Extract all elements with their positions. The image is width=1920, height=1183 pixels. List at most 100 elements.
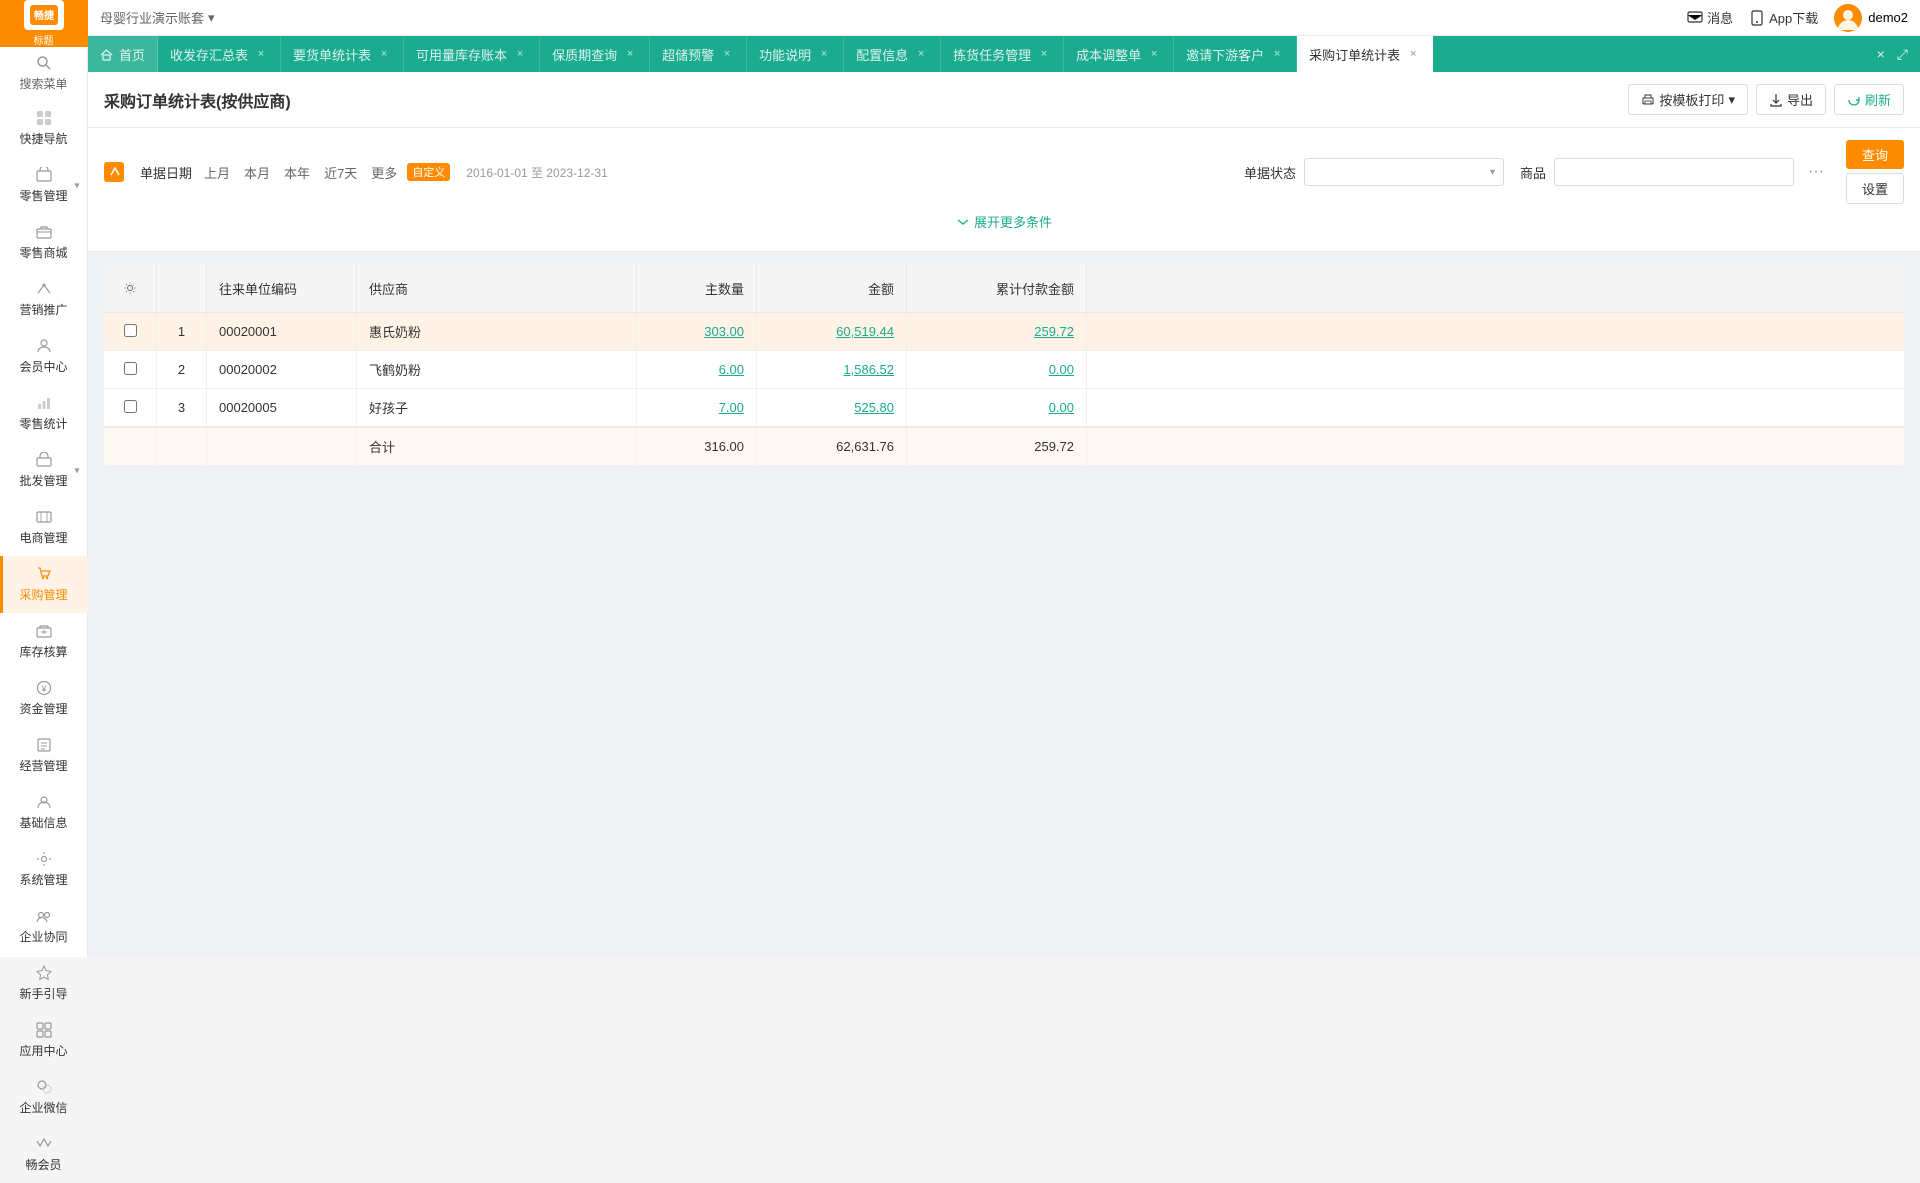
tab-cost-adjust[interactable]: 成本调整单 × <box>1064 36 1174 72</box>
sidebar-search[interactable]: 搜索菜单 <box>0 47 88 100</box>
row-checkbox-2[interactable] <box>124 400 137 413</box>
date-this-year[interactable]: 本年 <box>280 161 314 184</box>
page-header: 采购订单统计表(按供应商) 按模板打印 ▾ 导出 刷新 <box>88 72 1920 128</box>
row-amount-1[interactable]: 1,586.52 <box>757 351 907 389</box>
query-button[interactable]: 查询 <box>1846 140 1904 169</box>
sidebar-item-basic-info[interactable]: 基础信息 <box>0 784 88 841</box>
tab-receive-summary[interactable]: 收发存汇总表 × <box>158 36 281 72</box>
sidebar-item-marketing[interactable]: 营销推广 <box>0 271 88 328</box>
row-qty-1[interactable]: 6.00 <box>637 351 757 389</box>
row-paid-2[interactable]: 0.00 <box>907 389 1087 428</box>
row-check-2[interactable] <box>104 389 157 428</box>
row-paid-0[interactable]: 259.72 <box>907 313 1087 351</box>
refresh-button[interactable]: 刷新 <box>1834 84 1904 115</box>
search-label: 搜索菜单 <box>19 75 67 92</box>
footer-num <box>157 427 207 466</box>
goods-input[interactable] <box>1554 158 1794 186</box>
message-btn[interactable]: 消息 <box>1687 8 1733 27</box>
sidebar-item-retail-store[interactable]: 零售商城 <box>0 214 88 271</box>
tab-home[interactable]: 首页 <box>88 36 158 72</box>
member-label: 会员中心 <box>19 358 67 375</box>
col-qty-header[interactable]: 主数量 <box>637 264 757 313</box>
tab-maximize-btn[interactable]: ⤢ <box>1893 42 1912 67</box>
date-filter: 单据日期 上月 本月 本年 近7天 更多 自定义 <box>140 161 450 184</box>
tab-receive-summary-close[interactable]: × <box>254 47 268 61</box>
tab-available-stock[interactable]: 可用量库存账本 × <box>404 36 540 72</box>
sidebar-item-finance[interactable]: ¥ 资金管理 <box>0 670 88 727</box>
sidebar-item-ops[interactable]: 经营管理 <box>0 727 88 784</box>
sidebar-item-app-center[interactable]: 应用中心 <box>0 1012 88 1069</box>
filter-row-1: 单据日期 上月 本月 本年 近7天 更多 自定义 2016-01-01 至 20… <box>104 140 1904 204</box>
sidebar-item-retail-stats[interactable]: 零售统计 <box>0 385 88 442</box>
sidebar-item-system[interactable]: 系统管理 <box>0 841 88 898</box>
row-check-1[interactable] <box>104 351 157 389</box>
sidebar-item-wholesale[interactable]: 批发管理 ▾ <box>0 442 88 499</box>
status-select[interactable]: ▾ <box>1304 158 1504 186</box>
date-this-month[interactable]: 本月 <box>240 161 274 184</box>
date-more[interactable]: 更多 <box>367 161 401 184</box>
sidebar-item-ecommerce[interactable]: 电商管理 <box>0 499 88 556</box>
row-qty-2[interactable]: 7.00 <box>637 389 757 428</box>
sidebar-item-enterprise-collab[interactable]: 企业协同 <box>0 898 88 955</box>
app-download-btn[interactable]: App下载 <box>1749 8 1818 27</box>
tab-invite-downstream[interactable]: 邀请下游客户 × <box>1174 36 1297 72</box>
tab-config-info[interactable]: 配置信息 × <box>844 36 941 72</box>
sidebar-item-member-center[interactable]: 会员中心 <box>0 328 88 385</box>
row-checkbox-1[interactable] <box>124 362 137 375</box>
tab-order-stats[interactable]: 要货单统计表 × <box>281 36 404 72</box>
date-last-month[interactable]: 上月 <box>200 161 234 184</box>
tabs-bar: 首页 收发存汇总表 × 要货单统计表 × 可用量库存账本 × 保质期查询 × 超… <box>88 36 1920 72</box>
tab-close-btn[interactable]: × <box>1873 42 1889 66</box>
tab-func-desc-close[interactable]: × <box>817 47 831 61</box>
date-last-7-days[interactable]: 近7天 <box>320 161 361 184</box>
row-qty-0[interactable]: 303.00 <box>637 313 757 351</box>
col-code-header[interactable]: 往来单位编码 <box>207 264 357 313</box>
tab-config-info-close[interactable]: × <box>914 47 928 61</box>
filter-toggle-btn[interactable] <box>104 162 124 182</box>
tab-available-stock-close[interactable]: × <box>513 47 527 61</box>
tab-pickup-task-close[interactable]: × <box>1037 47 1051 61</box>
goods-more-btn[interactable]: ··· <box>1802 161 1830 183</box>
tab-overstock-close[interactable]: × <box>720 47 734 61</box>
sidebar-item-purchase[interactable]: 采购管理 <box>0 556 88 613</box>
expand-more-btn[interactable]: 展开更多条件 <box>956 212 1052 231</box>
sidebar-item-quick-nav[interactable]: 快捷导航 <box>0 100 88 157</box>
row-amount-2[interactable]: 525.80 <box>757 389 907 428</box>
tab-warranty-query-close[interactable]: × <box>623 47 637 61</box>
tab-warranty-query[interactable]: 保质期查询 × <box>540 36 650 72</box>
tab-order-stats-close[interactable]: × <box>377 47 391 61</box>
row-checkbox-0[interactable] <box>124 324 137 337</box>
user-menu-btn[interactable]: demo2 <box>1834 4 1908 32</box>
tab-purchase-stats[interactable]: 采购订单统计表 × <box>1297 36 1433 72</box>
row-amount-0[interactable]: 60,519.44 <box>757 313 907 351</box>
col-supplier-header[interactable]: 供应商 <box>357 264 637 313</box>
table-row[interactable]: 2 00020002 飞鹤奶粉 6.00 1,586.52 0.00 <box>104 351 1904 389</box>
print-button[interactable]: 按模板打印 ▾ <box>1628 84 1748 115</box>
tab-pickup-task[interactable]: 拣货任务管理 × <box>941 36 1064 72</box>
app-download-icon <box>1749 10 1765 26</box>
export-button[interactable]: 导出 <box>1756 84 1826 115</box>
tab-invite-downstream-close[interactable]: × <box>1270 47 1284 61</box>
tab-func-desc[interactable]: 功能说明 × <box>747 36 844 72</box>
table-row[interactable]: 3 00020005 好孩子 7.00 525.80 0.00 <box>104 389 1904 428</box>
workspace-selector[interactable]: 母婴行业演示账套 ▾ <box>100 8 1687 27</box>
row-paid-1[interactable]: 0.00 <box>907 351 1087 389</box>
sidebar-item-vip[interactable]: 畅会员 <box>0 1126 88 1183</box>
table-row[interactable]: 1 00020001 惠氏奶粉 303.00 60,519.44 259.72 <box>104 313 1904 351</box>
tab-overstock[interactable]: 超储预警 × <box>650 36 747 72</box>
workspace-arrow: ▾ <box>208 10 215 26</box>
col-gear[interactable] <box>104 264 157 313</box>
sidebar-item-enterprise-wechat[interactable]: 企业微信 <box>0 1069 88 1126</box>
col-paid-header[interactable]: 累计付款金额 <box>907 264 1087 313</box>
sidebar-item-new-guide[interactable]: 新手引导 <box>0 955 88 1012</box>
gear-btn[interactable] <box>116 274 144 302</box>
tab-purchase-stats-close[interactable]: × <box>1406 47 1420 61</box>
sidebar-item-retail-mgmt[interactable]: 零售管理 ▾ <box>0 157 88 214</box>
col-amount-header[interactable]: 金额 <box>757 264 907 313</box>
settings-button[interactable]: 设置 <box>1846 173 1904 204</box>
date-custom-badge[interactable]: 自定义 <box>407 163 450 181</box>
tab-cost-adjust-close[interactable]: × <box>1147 47 1161 61</box>
row-check-0[interactable] <box>104 313 157 351</box>
sidebar-item-inventory[interactable]: 库存核算 <box>0 613 88 670</box>
footer-label: 合计 <box>357 427 637 466</box>
